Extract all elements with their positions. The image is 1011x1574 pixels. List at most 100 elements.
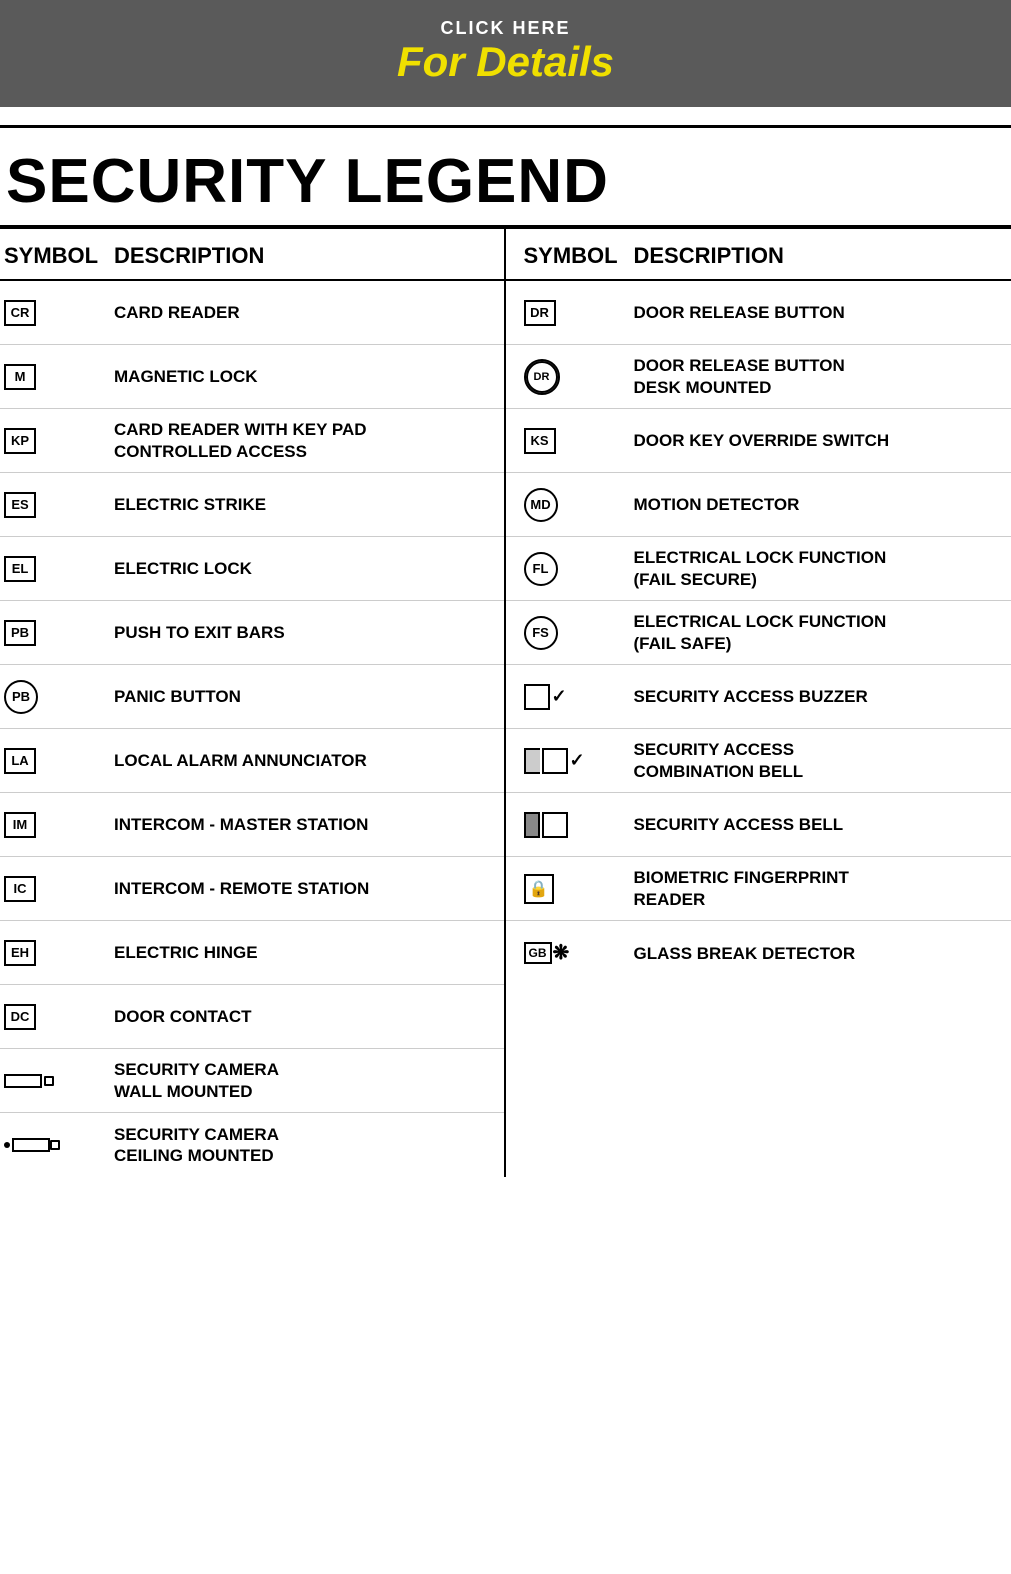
symbol-cell: PB (4, 680, 114, 714)
desc-dr-box: DOOR RELEASE BUTTON (634, 302, 1011, 323)
symbol-cell: IM (4, 812, 114, 838)
camera-ceil-dot (4, 1142, 10, 1148)
symbol-camera-wall (4, 1074, 54, 1088)
symbol-camera-ceil (4, 1138, 60, 1152)
list-item: CR CARD READER (0, 281, 504, 345)
desc-pb-circle: PANIC BUTTON (114, 686, 504, 707)
desc-fs: ELECTRICAL LOCK FUNCTION(FAIL SAFE) (634, 611, 1011, 654)
desc-pb-box: PUSH TO EXIT BARS (114, 622, 504, 643)
list-item: EH ELECTRIC HINGE (0, 921, 504, 985)
list-item: GB ❋ GLASS BREAK DETECTOR (506, 921, 1011, 985)
left-sym-header: SYMBOL (4, 243, 114, 269)
list-item: PB PUSH TO EXIT BARS (0, 601, 504, 665)
list-item: DC DOOR CONTACT (0, 985, 504, 1049)
symbol-cell (4, 1074, 114, 1088)
list-item: ✓ SECURITY ACCESSCOMBINATION BELL (506, 729, 1011, 793)
symbol-glass: GB ❋ (524, 942, 570, 964)
symbol-cell: CR (4, 300, 114, 326)
desc-ic: INTERCOM - REMOTE STATION (114, 878, 504, 899)
symbol-cell: 🔒 (524, 874, 634, 904)
symbol-cell: ES (4, 492, 114, 518)
symbol-cell: ✓ (524, 684, 634, 710)
right-desc-header: DESCRIPTION (634, 243, 784, 269)
symbol-dc: DC (4, 1004, 36, 1030)
desc-glass: GLASS BREAK DETECTOR (634, 943, 1011, 964)
page-title: SECURITY LEGEND (0, 128, 1011, 225)
camera-ceil-lens (50, 1140, 60, 1150)
symbol-el: EL (4, 556, 36, 582)
desc-es: ELECTRIC STRIKE (114, 494, 504, 515)
list-item: LA LOCAL ALARM ANNUNCIATOR (0, 729, 504, 793)
symbol-eh: EH (4, 940, 36, 966)
list-item: FL ELECTRICAL LOCK FUNCTION(FAIL SECURE) (506, 537, 1011, 601)
symbol-ks: KS (524, 428, 556, 454)
list-item: EL ELECTRIC LOCK (0, 537, 504, 601)
symbol-cr: CR (4, 300, 36, 326)
symbol-cell (524, 812, 634, 838)
buzzer-check: ✓ (552, 686, 567, 707)
desc-camera-wall: SECURITY CAMERAWALL MOUNTED (114, 1059, 504, 1102)
list-item: MD MOTION DETECTOR (506, 473, 1011, 537)
list-item: M MAGNETIC LOCK (0, 345, 504, 409)
symbol-es: ES (4, 492, 36, 518)
right-sym-header: SYMBOL (524, 243, 634, 269)
symbol-cell: FL (524, 552, 634, 586)
symbol-m: M (4, 364, 36, 390)
symbol-buzzer: ✓ (524, 684, 567, 710)
symbol-cell: IC (4, 876, 114, 902)
symbol-cell: M (4, 364, 114, 390)
glass-lines: ❋ (553, 943, 570, 963)
symbol-md: MD (524, 488, 558, 522)
left-column: SYMBOL DESCRIPTION CR CARD READER M MAGN… (0, 229, 506, 1177)
symbol-bio: 🔒 (524, 874, 554, 904)
bell-fill (524, 812, 540, 838)
click-here-text: CLICK HERE (0, 18, 1011, 39)
left-col-header: SYMBOL DESCRIPTION (0, 229, 504, 281)
desc-la: LOCAL ALARM ANNUNCIATOR (114, 750, 504, 771)
symbol-bell (524, 812, 568, 838)
list-item: PB PANIC BUTTON (0, 665, 504, 729)
symbol-la: LA (4, 748, 36, 774)
camera-ceil-body (12, 1138, 50, 1152)
list-item: SECURITY CAMERACEILING MOUNTED (0, 1113, 504, 1177)
symbol-cell: FS (524, 616, 634, 650)
desc-im: INTERCOM - MASTER STATION (114, 814, 504, 835)
bell-square (542, 812, 568, 838)
desc-fl: ELECTRICAL LOCK FUNCTION(FAIL SECURE) (634, 547, 1011, 590)
symbol-dr-box: DR (524, 300, 556, 326)
desc-ks: DOOR KEY OVERRIDE SWITCH (634, 430, 1011, 451)
list-item: IM INTERCOM - MASTER STATION (0, 793, 504, 857)
right-col-header: SYMBOL DESCRIPTION (506, 229, 1011, 281)
header[interactable]: CLICK HERE For Details (0, 0, 1011, 107)
symbol-ic: IC (4, 876, 36, 902)
symbol-cell: PB (4, 620, 114, 646)
desc-bell-combo: SECURITY ACCESSCOMBINATION BELL (634, 739, 1011, 782)
symbol-cell: EH (4, 940, 114, 966)
desc-md: MOTION DETECTOR (634, 494, 1011, 515)
desc-magnetic-lock: MAGNETIC LOCK (114, 366, 504, 387)
symbol-pb-circle: PB (4, 680, 38, 714)
list-item: KP CARD READER WITH KEY PADCONTROLLED AC… (0, 409, 504, 473)
desc-card-reader: CARD READER (114, 302, 504, 323)
symbol-dr-circle: DR (524, 359, 560, 395)
symbol-cell: GB ❋ (524, 942, 634, 964)
bell-combo-check: ✓ (570, 750, 585, 771)
for-details-text: For Details (0, 39, 1011, 85)
footer-space (0, 1177, 1011, 1257)
symbol-cell: LA (4, 748, 114, 774)
list-item: ✓ SECURITY ACCESS BUZZER (506, 665, 1011, 729)
symbol-cell: DR (524, 359, 634, 395)
desc-bell: SECURITY ACCESS BELL (634, 814, 1011, 835)
list-item: DR DOOR RELEASE BUTTON (506, 281, 1011, 345)
list-item: SECURITY ACCESS BELL (506, 793, 1011, 857)
symbol-cell: DC (4, 1004, 114, 1030)
desc-dr-circle: DOOR RELEASE BUTTONDESK MOUNTED (634, 355, 1011, 398)
symbol-cell: ✓ (524, 748, 634, 774)
desc-eh: ELECTRIC HINGE (114, 942, 504, 963)
desc-bio: BIOMETRIC FINGERPRINTREADER (634, 867, 1011, 910)
list-item: SECURITY CAMERAWALL MOUNTED (0, 1049, 504, 1113)
desc-el: ELECTRIC LOCK (114, 558, 504, 579)
symbol-cell: KS (524, 428, 634, 454)
symbol-cell: KP (4, 428, 114, 454)
bell-combo-half (524, 748, 540, 774)
